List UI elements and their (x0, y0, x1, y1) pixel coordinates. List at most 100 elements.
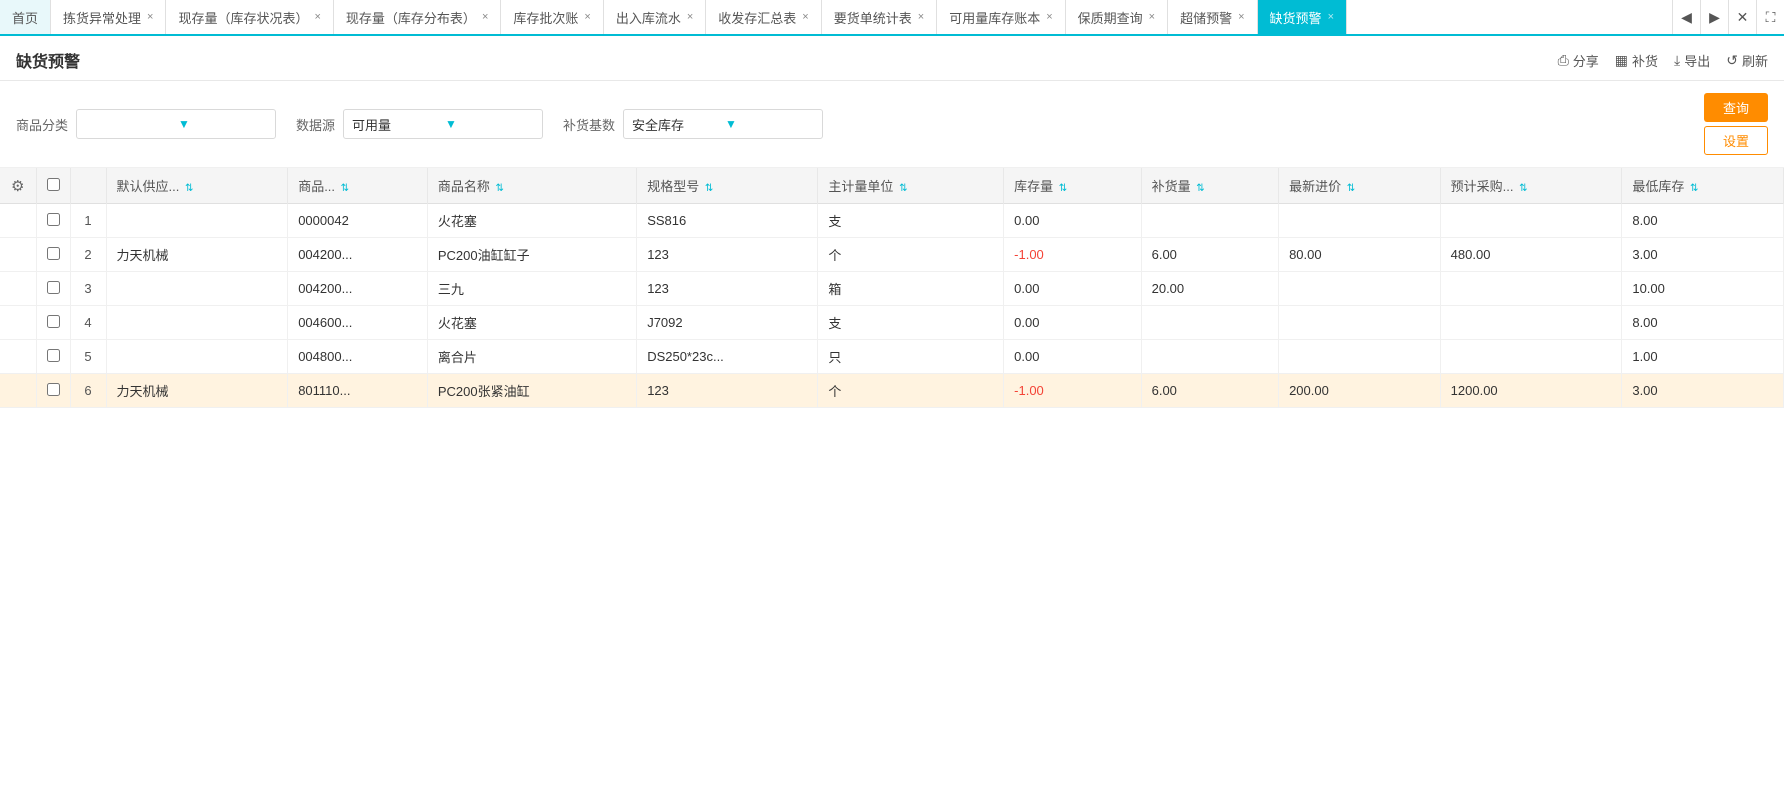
row-unit-2: 箱 (818, 272, 1004, 306)
row-checkbox-2[interactable] (47, 281, 60, 294)
tab-prev-button[interactable]: ◀ (1672, 0, 1700, 35)
tab-shortage[interactable]: 缺货预警 × (1258, 0, 1347, 34)
select-all-checkbox[interactable] (47, 178, 60, 191)
col-min-stock-label: 最低库存 (1632, 179, 1684, 194)
tab-inout-close[interactable]: × (687, 11, 693, 23)
sort-supplier-icon: ⇅ (185, 183, 193, 194)
tab-inventory-status[interactable]: 现存量（库存状况表） × (166, 0, 333, 34)
tab-close-window-button[interactable]: ✕ (1728, 0, 1756, 35)
gear-icon[interactable]: ⚙ (11, 178, 24, 195)
row-checkbox-5[interactable] (47, 383, 60, 396)
tab-inventory-dist[interactable]: 现存量（库存分布表） × (334, 0, 501, 34)
row-price-0 (1279, 204, 1441, 238)
row-min-stock-2: 10.00 (1622, 272, 1784, 306)
tab-batch-account[interactable]: 库存批次账 × (501, 0, 603, 34)
table-row: 1 0000042 火花塞 SS816 支 0.00 8.00 (0, 204, 1784, 238)
row-sku-5: 801110... (288, 374, 428, 408)
replenish-button[interactable]: ▦ 补货 (1615, 51, 1658, 70)
row-checkbox-3[interactable] (47, 315, 60, 328)
row-est-purchase-2 (1440, 272, 1622, 306)
replenish-base-select[interactable]: 安全库存 ▼ (623, 109, 823, 139)
tab-exception[interactable]: 拣货异常处理 × (51, 0, 166, 34)
row-spec-2: 123 (637, 272, 818, 306)
tab-available-close[interactable]: × (1046, 11, 1052, 23)
tab-overstock[interactable]: 超储预警 × (1168, 0, 1257, 34)
row-name-2: 三九 (427, 272, 636, 306)
row-supplier-4 (106, 340, 288, 374)
tab-fullscreen-button[interactable]: ⛶ (1756, 0, 1784, 35)
datasource-select[interactable]: 可用量 ▼ (343, 109, 543, 139)
col-stock-label: 库存量 (1014, 179, 1053, 194)
page-content: 缺货预警 ⎙ 分享 ▦ 补货 ⤓ 导出 ↺ 刷新 商品分类 (0, 36, 1784, 796)
row-min-stock-3: 8.00 (1622, 306, 1784, 340)
row-stock-4: 0.00 (1004, 340, 1141, 374)
row-checkbox-1[interactable] (47, 247, 60, 260)
sort-stock-icon: ⇅ (1059, 183, 1067, 194)
row-name-5: PC200张紧油缸 (427, 374, 636, 408)
tab-collect-close[interactable]: × (802, 11, 808, 23)
refresh-icon: ↺ (1726, 52, 1738, 69)
row-unit-1: 个 (818, 238, 1004, 272)
tab-demand-stat[interactable]: 要货单统计表 × (822, 0, 937, 34)
col-unit-label: 主计量单位 (828, 179, 893, 194)
row-name-0: 火花塞 (427, 204, 636, 238)
tab-overstock-close[interactable]: × (1238, 11, 1244, 23)
page-header: 缺货预警 ⎙ 分享 ▦ 补货 ⤓ 导出 ↺ 刷新 (0, 36, 1784, 81)
tab-shortage-close[interactable]: × (1328, 11, 1334, 23)
share-button[interactable]: ⎙ 分享 (1558, 51, 1599, 70)
refresh-button[interactable]: ↺ 刷新 (1726, 51, 1768, 70)
tab-inventory-dist-close[interactable]: × (482, 11, 488, 23)
tab-expiry-close[interactable]: × (1149, 11, 1155, 23)
col-name-header[interactable]: 商品名称 ⇅ (427, 168, 636, 204)
row-name-3: 火花塞 (427, 306, 636, 340)
col-min-stock-header[interactable]: 最低库存 ⇅ (1622, 168, 1784, 204)
row-unit-4: 只 (818, 340, 1004, 374)
row-gear-3 (0, 306, 36, 340)
row-est-purchase-5: 1200.00 (1440, 374, 1622, 408)
row-replenish-3 (1141, 306, 1278, 340)
col-unit-header[interactable]: 主计量单位 ⇅ (818, 168, 1004, 204)
col-price-header[interactable]: 最新进价 ⇅ (1279, 168, 1441, 204)
tab-available-ledger[interactable]: 可用量库存账本 × (937, 0, 1065, 34)
tab-inout-flow[interactable]: 出入库流水 × (604, 0, 706, 34)
tab-home[interactable]: 首页 (0, 0, 51, 34)
tab-expiry-query[interactable]: 保质期查询 × (1066, 0, 1168, 34)
col-replenish-header[interactable]: 补货量 ⇅ (1141, 168, 1278, 204)
replenish-icon: ▦ (1615, 52, 1628, 69)
row-spec-5: 123 (637, 374, 818, 408)
row-replenish-0 (1141, 204, 1278, 238)
col-supplier-header[interactable]: 默认供应... ⇅ (106, 168, 288, 204)
row-name-1: PC200油缸缸子 (427, 238, 636, 272)
row-name-4: 离合片 (427, 340, 636, 374)
row-checkbox-4[interactable] (47, 349, 60, 362)
row-min-stock-1: 3.00 (1622, 238, 1784, 272)
row-unit-0: 支 (818, 204, 1004, 238)
filter-area: 商品分类 ▼ 数据源 可用量 ▼ 补货基数 安全库存 ▼ 查询 设置 (0, 81, 1784, 168)
query-button[interactable]: 查询 (1704, 93, 1768, 122)
col-sku-header[interactable]: 商品... ⇅ (288, 168, 428, 204)
tab-next-button[interactable]: ▶ (1700, 0, 1728, 35)
row-num-2: 3 (70, 272, 106, 306)
category-filter-group: 商品分类 ▼ (16, 109, 276, 139)
tab-exception-close[interactable]: × (147, 11, 153, 23)
settings-button[interactable]: 设置 (1704, 126, 1768, 155)
tab-inventory-status-close[interactable]: × (314, 11, 320, 23)
data-table: ⚙ 默认供应... ⇅ 商品... ⇅ 商品名称 (0, 168, 1784, 408)
category-select[interactable]: ▼ (76, 109, 276, 139)
row-num-1: 2 (70, 238, 106, 272)
col-price-label: 最新进价 (1289, 179, 1341, 194)
row-num-0: 1 (70, 204, 106, 238)
col-spec-header[interactable]: 规格型号 ⇅ (637, 168, 818, 204)
row-checkbox-0[interactable] (47, 213, 60, 226)
row-replenish-1: 6.00 (1141, 238, 1278, 272)
tab-batch-close[interactable]: × (584, 11, 590, 23)
tab-demand-close[interactable]: × (918, 11, 924, 23)
col-stock-header[interactable]: 库存量 ⇅ (1004, 168, 1141, 204)
export-button[interactable]: ⤓ 导出 (1674, 51, 1710, 70)
row-num-5: 6 (70, 374, 106, 408)
page-title: 缺货预警 (16, 48, 1558, 72)
col-est-purchase-header[interactable]: 预计采购... ⇅ (1440, 168, 1622, 204)
row-price-1: 80.00 (1279, 238, 1441, 272)
col-checkbox-header (36, 168, 70, 204)
tab-collect-summary[interactable]: 收发存汇总表 × (706, 0, 821, 34)
